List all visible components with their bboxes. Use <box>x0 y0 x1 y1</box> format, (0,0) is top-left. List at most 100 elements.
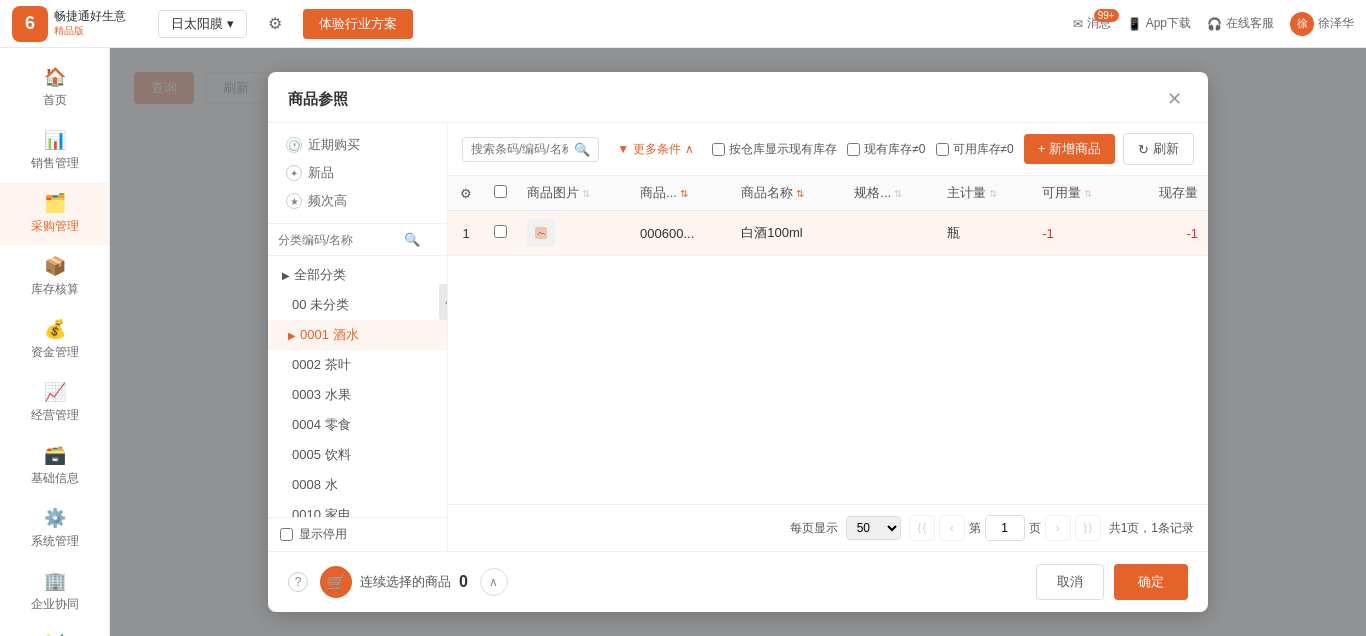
cat-item-00[interactable]: 00 未分类 <box>268 290 447 320</box>
table-row[interactable]: 1 <box>448 211 1208 256</box>
sidebar-label-enterprise: 企业协同 <box>31 596 79 613</box>
quick-frequent[interactable]: ★ 频次高 <box>280 187 435 215</box>
add-product-btn[interactable]: + 新增商品 <box>1024 134 1115 164</box>
sidebar-item-home[interactable]: 🏠 首页 <box>0 56 109 119</box>
sort-name[interactable]: 商品名称 ⇅ <box>741 184 834 202</box>
cat-item-0001[interactable]: ▶ 0001 酒水 <box>268 320 447 350</box>
cat-item-all[interactable]: ▶ 全部分类 <box>268 260 447 290</box>
product-search-input[interactable] <box>471 142 568 156</box>
row-checkbox <box>484 211 517 256</box>
sidebar-item-operation[interactable]: 📈 经营管理 <box>0 371 109 434</box>
headset-icon: 🎧 <box>1207 17 1222 31</box>
cat-item-0010[interactable]: 0010 家电 <box>268 500 447 517</box>
select-all-checkbox[interactable] <box>494 185 507 198</box>
cat-search-icon[interactable]: 🔍 <box>404 232 420 247</box>
trial-btn[interactable]: 体验行业方案 <box>303 9 413 39</box>
table-header: ⚙ 商品图片 ⇅ <box>448 176 1208 211</box>
sidebar-item-assets[interactable]: 💰 资金管理 <box>0 308 109 371</box>
more-filter-btn[interactable]: ▼ 更多条件 ∧ <box>609 137 702 162</box>
logo-text: 畅捷通好生意 <box>54 9 126 25</box>
basic-icon: 🗃️ <box>44 444 66 466</box>
cart-area: 🛒 连续选择的商品 0 <box>320 566 468 598</box>
th-spec: 规格... ⇅ <box>844 176 936 211</box>
next-page-btn[interactable]: › <box>1045 515 1071 541</box>
th-available: 可用量 ⇅ <box>1032 176 1127 211</box>
sort-unit[interactable]: 主计量 ⇅ <box>947 184 1022 202</box>
cat-item-0003[interactable]: 0003 水果 <box>268 380 447 410</box>
page-total-info: 共1页，1条记录 <box>1109 520 1194 537</box>
modal-close-btn[interactable]: ✕ <box>1161 86 1188 112</box>
row-code: 000600... <box>630 211 731 256</box>
sidebar-item-basic[interactable]: 🗃️ 基础信息 <box>0 434 109 497</box>
sidebar-item-system[interactable]: ⚙️ 系统管理 <box>0 497 109 560</box>
username: 徐泽华 <box>1318 15 1354 32</box>
sort-spec[interactable]: 规格... ⇅ <box>854 184 926 202</box>
help-icon[interactable]: ? <box>288 572 308 592</box>
row-select-checkbox[interactable] <box>494 225 507 238</box>
show-disabled-checkbox[interactable] <box>280 528 293 541</box>
quick-new[interactable]: ✦ 新品 <box>280 159 435 187</box>
sort-unit-icon: ⇅ <box>989 188 997 199</box>
footer-collapse-btn[interactable]: ∧ <box>480 568 508 596</box>
sidebar-item-purchase[interactable]: 🗂️ 采购管理 <box>0 182 109 245</box>
sort-spec-icon: ⇅ <box>894 188 902 199</box>
online-service-btn[interactable]: 🎧 在线客服 <box>1207 15 1274 32</box>
modal-overlay: 商品参照 ✕ 🕐 近期购买 ✦ <box>110 48 1366 636</box>
product-table: ⚙ 商品图片 ⇅ <box>448 176 1208 256</box>
available-checkbox[interactable] <box>936 143 949 156</box>
sidebar: 🏠 首页 📊 销售管理 🗂️ 采购管理 📦 库存核算 💰 资金管理 📈 经营管理… <box>0 48 110 636</box>
refresh-btn[interactable]: ↻ 刷新 <box>1123 133 1194 165</box>
inventory-icon: 📦 <box>44 255 66 277</box>
first-page-btn[interactable]: ⟨⟨ <box>909 515 935 541</box>
search-icon[interactable]: 🔍 <box>574 142 590 157</box>
main-layout: 🏠 首页 📊 销售管理 🗂️ 采购管理 📦 库存核算 💰 资金管理 📈 经营管理… <box>0 48 1366 636</box>
settings-icon[interactable]: ⚙ <box>259 8 291 40</box>
cart-icon: 🛒 <box>320 566 352 598</box>
home-icon: 🏠 <box>44 66 66 88</box>
warehouse-checkbox[interactable] <box>712 143 725 156</box>
category-panel: 🕐 近期购买 ✦ 新品 ★ 频次高 <box>268 123 448 551</box>
cancel-btn[interactable]: 取消 <box>1036 564 1104 600</box>
messages-btn[interactable]: ✉ 消息 99+ <box>1073 15 1111 32</box>
page-unit: 页 <box>1029 520 1041 537</box>
row-spec <box>844 211 936 256</box>
sidebar-item-inventory[interactable]: 📦 库存核算 <box>0 245 109 308</box>
service-label: 在线客服 <box>1226 15 1274 32</box>
modal-header: 商品参照 ✕ <box>268 72 1208 123</box>
sort-code[interactable]: 商品... ⇅ <box>640 184 721 202</box>
sort-img[interactable]: 商品图片 ⇅ <box>527 184 620 202</box>
sort-available[interactable]: 可用量 ⇅ <box>1042 184 1117 202</box>
refresh-label: 刷新 <box>1153 140 1179 158</box>
sort-stock[interactable]: 现存量 <box>1138 184 1198 202</box>
cat-item-0005[interactable]: 0005 饮料 <box>268 440 447 470</box>
cart-count: 0 <box>459 573 468 591</box>
quick-new-label: 新品 <box>308 164 334 182</box>
star-icon: ★ <box>286 193 302 209</box>
prev-page-btn[interactable]: ‹ <box>939 515 965 541</box>
sidebar-item-enterprise[interactable]: 🏢 企业协同 <box>0 560 109 623</box>
quick-recent[interactable]: 🕐 近期购买 <box>280 131 435 159</box>
confirm-btn[interactable]: 确定 <box>1114 564 1188 600</box>
sidebar-item-guide[interactable]: 🔰 新手引导 <box>0 623 109 636</box>
table-body: 1 <box>448 211 1208 256</box>
cat-search-input[interactable] <box>278 233 398 247</box>
row-available: -1 <box>1032 211 1127 256</box>
sort-available-icon: ⇅ <box>1084 188 1092 199</box>
last-page-btn[interactable]: ⟩⟩ <box>1075 515 1101 541</box>
expand-icon-all: ▶ <box>282 270 290 281</box>
app-download-btn[interactable]: 📱 App下载 <box>1127 15 1191 32</box>
store-selector[interactable]: 日太阳膜 ▾ <box>158 10 247 38</box>
cat-item-0004[interactable]: 0004 零食 <box>268 410 447 440</box>
page-input[interactable]: 1 <box>985 515 1025 541</box>
avatar-icon: 徐 <box>1290 12 1314 36</box>
system-icon: ⚙️ <box>44 507 66 529</box>
col-settings-icon[interactable]: ⚙ <box>460 186 472 201</box>
panel-collapse-btn[interactable]: « <box>439 284 448 320</box>
per-page-select[interactable]: 50 100 200 <box>846 516 901 540</box>
purchase-icon: 🗂️ <box>44 192 66 214</box>
sidebar-item-sales[interactable]: 📊 销售管理 <box>0 119 109 182</box>
user-avatar[interactable]: 徐 徐泽华 <box>1290 12 1354 36</box>
cat-item-0008[interactable]: 0008 水 <box>268 470 447 500</box>
cat-item-0002[interactable]: 0002 茶叶 <box>268 350 447 380</box>
stock-checkbox[interactable] <box>847 143 860 156</box>
